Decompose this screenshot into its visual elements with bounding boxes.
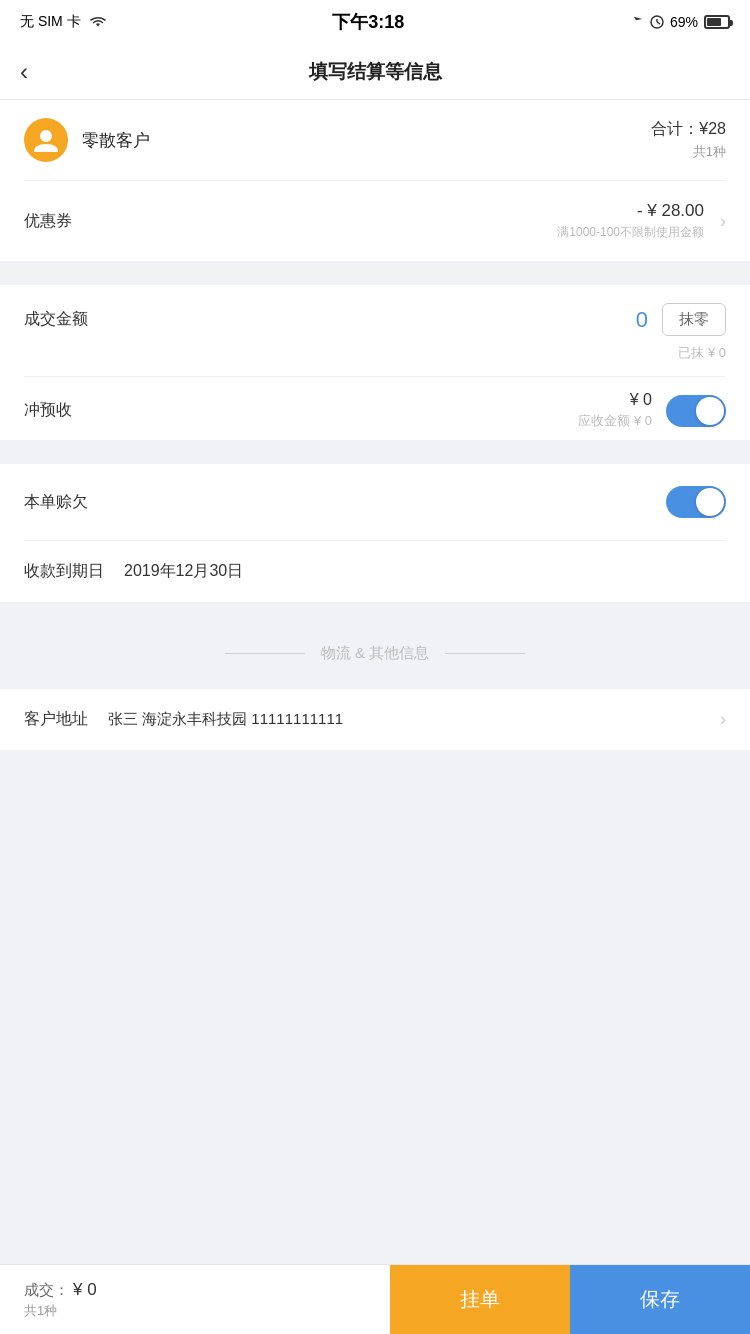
- deal-amount-value[interactable]: 0: [636, 307, 648, 333]
- back-button[interactable]: ‹: [20, 58, 28, 86]
- due-date-value[interactable]: 2019年12月30日: [124, 561, 243, 582]
- gap-3: [0, 614, 750, 626]
- status-left: 无 SIM 卡: [20, 13, 107, 31]
- chevron-right-icon: ›: [720, 211, 726, 232]
- avatar: [24, 118, 68, 162]
- deal-amount-input-area: 0 抹零: [636, 303, 726, 336]
- status-time: 下午3:18: [332, 10, 404, 34]
- save-button[interactable]: 保存: [570, 1265, 750, 1335]
- address-row[interactable]: 客户地址 张三 海淀永丰科技园 11111111111 ›: [0, 689, 750, 750]
- coupon-right-area: - ¥ 28.00 满1000-100不限制使用金额 ›: [557, 201, 726, 241]
- gap-7: [0, 786, 750, 798]
- due-date-row: 收款到期日 2019年12月30日: [0, 541, 750, 602]
- prepaid-row: 冲预收 ¥ 0 应收金额 ¥ 0: [0, 377, 750, 440]
- bottom-summary: 成交： ¥ 0 共1种: [0, 1280, 390, 1320]
- gap-5: [0, 762, 750, 774]
- address-label: 客户地址: [24, 709, 88, 730]
- bottom-bar: 成交： ¥ 0 共1种 挂单 保存: [0, 1264, 750, 1334]
- customer-row: 零散客户 合计：¥28 共1种: [0, 100, 750, 180]
- bottom-deal-amount: ¥ 0: [73, 1280, 97, 1300]
- nav-bar: ‹ 填写结算等信息: [0, 44, 750, 100]
- address-value: 张三 海淀永丰科技园 11111111111: [108, 710, 714, 729]
- battery-percent: 69%: [670, 14, 698, 30]
- logistics-section: 物流 & 其他信息: [0, 626, 750, 677]
- deal-amount-row: 成交金额 0 抹零: [0, 285, 750, 344]
- total-count: 共1种: [651, 143, 726, 161]
- credit-section: 本单赊欠 收款到期日 2019年12月30日: [0, 464, 750, 602]
- coupon-desc: 满1000-100不限制使用金额: [557, 224, 704, 241]
- total-amount: 合计：¥28: [651, 119, 726, 140]
- customer-info: 零散客户: [24, 118, 150, 162]
- receivable-amount: 应收金额 ¥ 0: [578, 412, 652, 430]
- customer-name: 零散客户: [82, 129, 150, 152]
- customer-total: 合计：¥28 共1种: [651, 119, 726, 161]
- wifi-icon: [89, 15, 107, 29]
- gap-8: [0, 798, 750, 810]
- clock-icon: [650, 15, 664, 29]
- gap-6: [0, 774, 750, 786]
- page-title: 填写结算等信息: [309, 59, 442, 85]
- deal-amount-sub: 已抹 ¥ 0: [0, 344, 750, 376]
- address-chevron-icon: ›: [720, 709, 726, 730]
- location-icon: [630, 15, 644, 29]
- svg-line-2: [657, 22, 660, 24]
- credit-label: 本单赊欠: [24, 492, 88, 513]
- coupon-label: 优惠券: [24, 211, 72, 232]
- address-section: 客户地址 张三 海淀永丰科技园 11111111111 ›: [0, 689, 750, 750]
- bottom-count: 共1种: [24, 1302, 366, 1320]
- status-right: 69%: [630, 14, 730, 30]
- hang-button[interactable]: 挂单: [390, 1265, 570, 1335]
- deal-amount-label: 成交金额: [24, 309, 88, 330]
- coupon-row[interactable]: 优惠券 - ¥ 28.00 满1000-100不限制使用金额 ›: [0, 181, 750, 261]
- status-bar: 无 SIM 卡 下午3:18 69%: [0, 0, 750, 44]
- coupon-discount: - ¥ 28.00: [557, 201, 704, 221]
- logistics-label: 物流 & 其他信息: [225, 644, 525, 663]
- prepaid-amount-area: ¥ 0 应收金额 ¥ 0: [578, 391, 652, 430]
- prepaid-right: ¥ 0 应收金额 ¥ 0: [578, 391, 726, 430]
- gap-4: [0, 677, 750, 689]
- credit-toggle[interactable]: [666, 486, 726, 518]
- credit-toggle-knob: [696, 488, 724, 516]
- person-icon: [32, 126, 60, 154]
- bottom-deal-label: 成交：: [24, 1281, 69, 1300]
- gap-1: [0, 273, 750, 285]
- prepaid-label: 冲预收: [24, 400, 72, 421]
- sim-status: 无 SIM 卡: [20, 13, 81, 31]
- round-off-button[interactable]: 抹零: [662, 303, 726, 336]
- prepaid-toggle[interactable]: [666, 395, 726, 427]
- prepaid-amount: ¥ 0: [578, 391, 652, 409]
- credit-row: 本单赊欠: [0, 464, 750, 540]
- coupon-info: - ¥ 28.00 满1000-100不限制使用金额: [557, 201, 704, 241]
- toggle-knob: [696, 397, 724, 425]
- gap-2: [0, 452, 750, 464]
- due-date-label: 收款到期日: [24, 561, 104, 582]
- svg-point-3: [40, 130, 52, 142]
- battery-icon: [704, 15, 730, 29]
- customer-section: 零散客户 合计：¥28 共1种 优惠券 - ¥ 28.00 满1000-100不…: [0, 100, 750, 261]
- deal-section: 成交金额 0 抹零 已抹 ¥ 0 冲预收 ¥ 0 应收金额 ¥ 0: [0, 285, 750, 440]
